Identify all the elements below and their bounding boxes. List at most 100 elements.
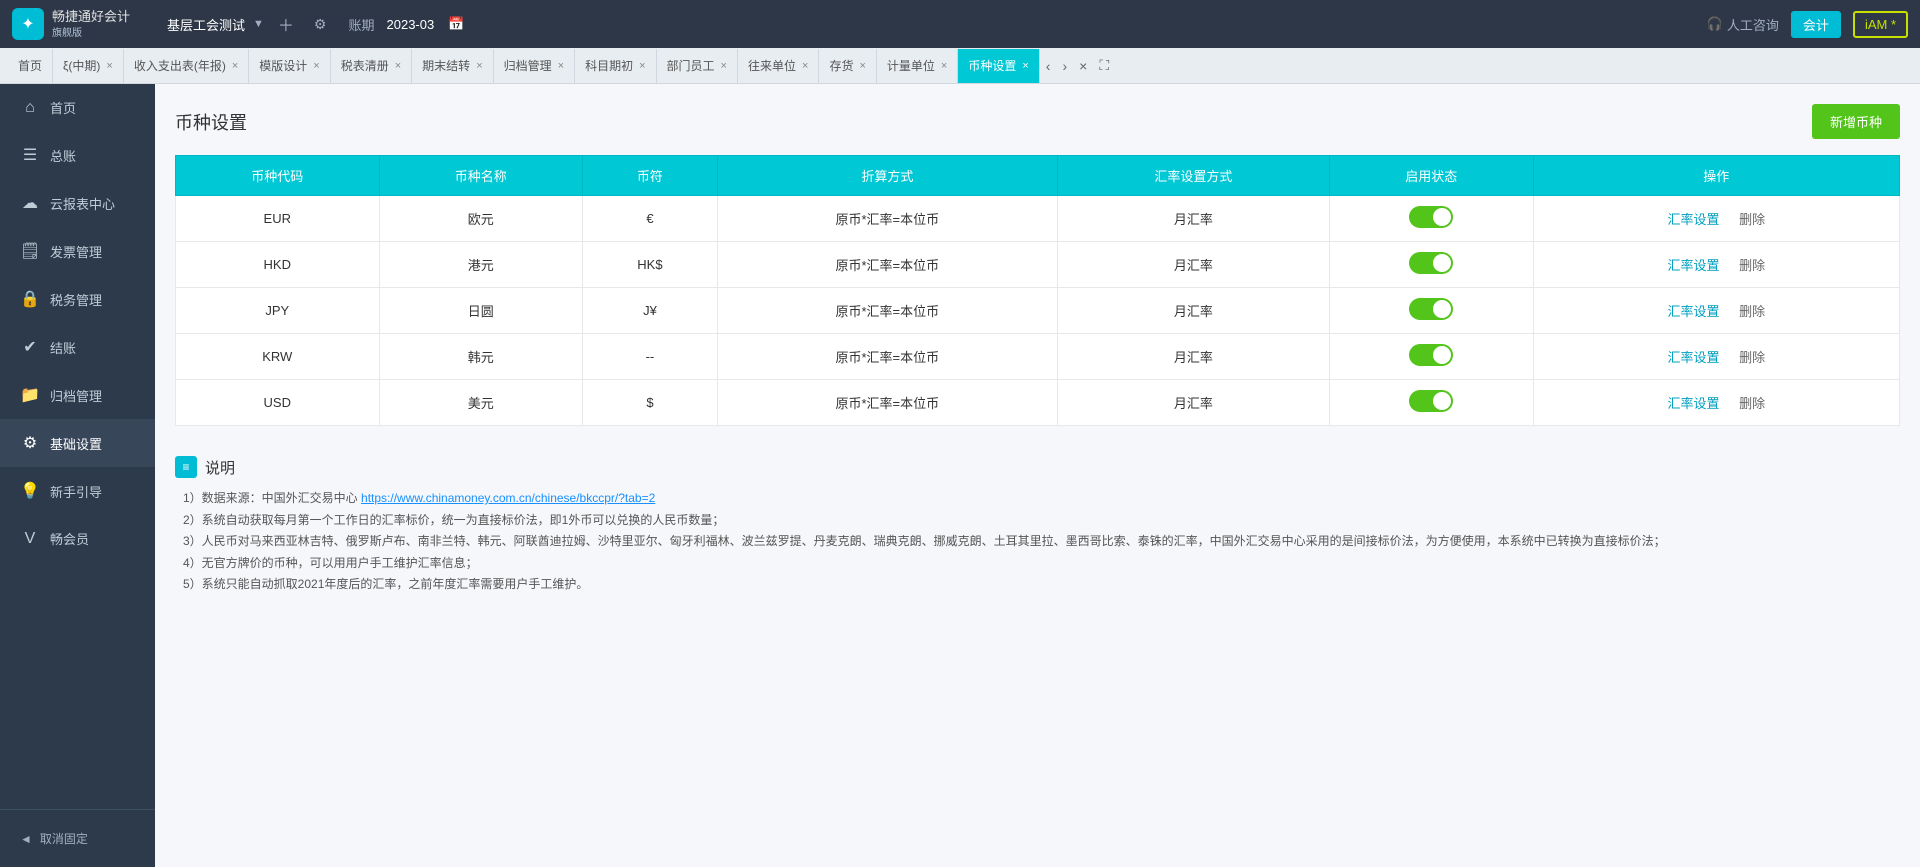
- delete-button[interactable]: 删除: [1739, 258, 1765, 273]
- tab-close-icon[interactable]: ×: [395, 60, 401, 72]
- tab-archive[interactable]: 归档管理×: [494, 49, 575, 83]
- sidebar-item-checkout[interactable]: ✔ 结账: [0, 323, 155, 371]
- toggle-switch[interactable]: [1409, 252, 1453, 274]
- tab-template[interactable]: 模版设计×: [249, 49, 330, 83]
- rate-settings-button[interactable]: 汇率设置: [1667, 350, 1719, 365]
- period-value[interactable]: 2023-03: [387, 17, 435, 32]
- tab-close-icon[interactable]: ×: [802, 60, 808, 72]
- delete-button[interactable]: 删除: [1739, 396, 1765, 411]
- collapse-button[interactable]: ◄ 取消固定: [0, 820, 155, 857]
- table-row: EUR 欧元 € 原币*汇率=本位币 月汇率 汇率设置 删除: [176, 196, 1900, 242]
- settings-icon[interactable]: ⚙: [308, 14, 333, 35]
- notes-link[interactable]: https://www.chinamoney.com.cn/chinese/bk…: [361, 491, 655, 505]
- tab-dept[interactable]: 部门员工×: [657, 49, 738, 83]
- tab-close-all-button[interactable]: ×: [1073, 54, 1093, 78]
- tab-tax[interactable]: 税表清册×: [331, 49, 412, 83]
- sidebar-item-ledger[interactable]: ☰ 总账: [0, 131, 155, 179]
- col-rate-type: 汇率设置方式: [1057, 156, 1329, 196]
- tab-close-icon[interactable]: ×: [558, 60, 564, 72]
- iam-button[interactable]: iAM *: [1853, 11, 1908, 38]
- sidebar-item-member[interactable]: V 畅会员: [0, 515, 155, 562]
- sidebar-label-invoice: 发票管理: [50, 242, 102, 261]
- toggle-switch[interactable]: [1409, 390, 1453, 412]
- sidebar-item-reports[interactable]: ☁ 云报表中心: [0, 179, 155, 227]
- table-row: HKD 港元 HK$ 原币*汇率=本位币 月汇率 汇率设置 删除: [176, 242, 1900, 288]
- tab-close-icon[interactable]: ×: [313, 60, 319, 72]
- toggle-track: [1409, 298, 1453, 320]
- cell-code: JPY: [176, 288, 380, 334]
- cell-method: 原币*汇率=本位币: [717, 334, 1057, 380]
- sidebar-item-archive[interactable]: 📁 归档管理: [0, 371, 155, 419]
- toggle-thumb: [1433, 346, 1451, 364]
- toggle-thumb: [1433, 392, 1451, 410]
- table-row: USD 美元 $ 原币*汇率=本位币 月汇率 汇率设置 删除: [176, 380, 1900, 426]
- tab-bar: 首页 ξ(中期)× 收入支出表(年报)× 模版设计× 税表清册× 期末结转× 归…: [0, 48, 1920, 84]
- cell-rate-type: 月汇率: [1057, 196, 1329, 242]
- tax-icon: 🔒: [20, 289, 40, 309]
- tab-close-icon[interactable]: ×: [106, 60, 112, 72]
- tab-inventory[interactable]: 存货×: [819, 49, 876, 83]
- toggle-switch[interactable]: [1409, 206, 1453, 228]
- tab-units[interactable]: 计量单位×: [877, 49, 958, 83]
- rate-settings-button[interactable]: 汇率设置: [1667, 304, 1719, 319]
- tab-close-icon[interactable]: ×: [859, 60, 865, 72]
- sidebar-item-tax[interactable]: 🔒 税务管理: [0, 275, 155, 323]
- logo-icon: ✦: [12, 8, 44, 40]
- checkout-icon: ✔: [20, 337, 40, 357]
- sidebar-item-basic[interactable]: ⚙ 基础设置: [0, 419, 155, 467]
- rate-settings-button[interactable]: 汇率设置: [1667, 258, 1719, 273]
- page-title: 币种设置: [175, 109, 247, 135]
- calendar-icon[interactable]: 📅: [448, 16, 464, 32]
- notes-item: 2）系统自动获取每月第一个工作日的汇率标价，统一为直接标价法，即1外币可以兑换的…: [175, 510, 1900, 532]
- delete-button[interactable]: 删除: [1739, 304, 1765, 319]
- sidebar-label-home: 首页: [50, 98, 76, 117]
- tab-home[interactable]: 首页: [8, 49, 53, 83]
- tab-next-button[interactable]: ›: [1056, 54, 1073, 78]
- toggle-switch[interactable]: [1409, 298, 1453, 320]
- tab-subject[interactable]: 科目期初×: [575, 49, 656, 83]
- tab-income[interactable]: 收入支出表(年报)×: [124, 49, 249, 83]
- workspace-dropdown-icon[interactable]: ▼: [253, 18, 264, 30]
- sidebar-item-invoice[interactable]: 🗒 发票管理: [0, 227, 155, 275]
- col-action: 操作: [1533, 156, 1899, 196]
- tab-mid[interactable]: ξ(中期)×: [53, 49, 124, 83]
- delete-button[interactable]: 删除: [1739, 212, 1765, 227]
- cell-action: 汇率设置 删除: [1533, 196, 1899, 242]
- cell-code: USD: [176, 380, 380, 426]
- tab-close-icon[interactable]: ×: [941, 60, 947, 72]
- tab-prev-button[interactable]: ‹: [1040, 54, 1057, 78]
- rate-settings-button[interactable]: 汇率设置: [1667, 212, 1719, 227]
- new-currency-button[interactable]: 新增币种: [1812, 104, 1900, 139]
- delete-button[interactable]: 删除: [1739, 350, 1765, 365]
- invoice-icon: 🗒: [20, 241, 40, 261]
- service-button[interactable]: 🎧 人工咨询: [1707, 15, 1779, 34]
- account-button[interactable]: 会计: [1791, 11, 1841, 38]
- tab-contacts[interactable]: 往来单位×: [738, 49, 819, 83]
- tab-expand-button[interactable]: ⛶: [1093, 53, 1115, 78]
- add-workspace-button[interactable]: ＋: [272, 10, 300, 38]
- tab-period-end[interactable]: 期末结转×: [412, 49, 493, 83]
- cell-rate-type: 月汇率: [1057, 242, 1329, 288]
- sidebar-item-home[interactable]: ⌂ 首页: [0, 84, 155, 131]
- cell-symbol: HK$: [583, 242, 718, 288]
- cell-symbol: €: [583, 196, 718, 242]
- tab-close-icon[interactable]: ×: [476, 60, 482, 72]
- cell-method: 原币*汇率=本位币: [717, 288, 1057, 334]
- col-method: 折算方式: [717, 156, 1057, 196]
- service-label: 人工咨询: [1727, 15, 1779, 34]
- rate-settings-button[interactable]: 汇率设置: [1667, 396, 1719, 411]
- tab-close-icon[interactable]: ×: [721, 60, 727, 72]
- sidebar-label-reports: 云报表中心: [50, 194, 115, 213]
- tab-close-icon[interactable]: ×: [232, 60, 238, 72]
- workspace-name[interactable]: 基层工会测试: [167, 15, 245, 34]
- tab-currency[interactable]: 币种设置×: [958, 49, 1039, 83]
- logo-area: ✦ 畅捷通好会计 旗舰版: [12, 8, 167, 40]
- cell-action: 汇率设置 删除: [1533, 288, 1899, 334]
- toggle-switch[interactable]: [1409, 344, 1453, 366]
- headset-icon: 🎧: [1707, 16, 1723, 32]
- tab-close-icon[interactable]: ×: [1022, 60, 1028, 72]
- logo-sub: 旗舰版: [52, 24, 130, 39]
- home-icon: ⌂: [20, 99, 40, 117]
- tab-close-icon[interactable]: ×: [639, 60, 645, 72]
- sidebar-item-guide[interactable]: 💡 新手引导: [0, 467, 155, 515]
